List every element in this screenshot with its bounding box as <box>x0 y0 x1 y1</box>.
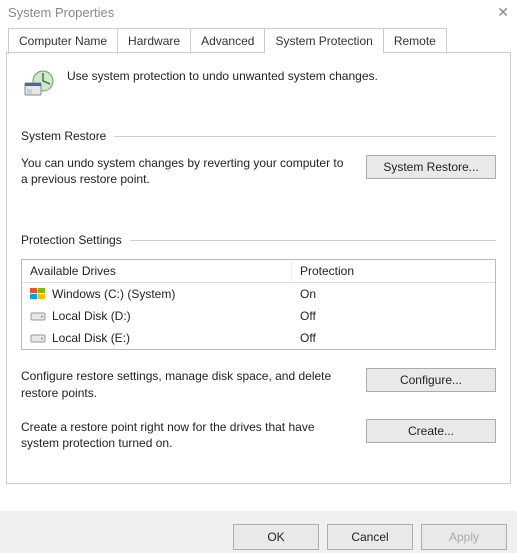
disk-drive-icon <box>30 332 46 344</box>
drives-table: Available Drives Protection Windows (C:)… <box>21 259 496 350</box>
group-title-protection: Protection Settings <box>21 233 122 247</box>
ok-button[interactable]: OK <box>233 524 319 550</box>
titlebar: System Properties ✕ <box>0 0 517 27</box>
drive-name: Local Disk (D:) <box>52 309 131 323</box>
tab-computer-name[interactable]: Computer Name <box>8 28 118 54</box>
table-row[interactable]: Windows (C:) (System) On <box>22 283 495 305</box>
tab-hardware[interactable]: Hardware <box>117 28 191 54</box>
tab-system-protection[interactable]: System Protection <box>264 28 383 54</box>
window-title: System Properties <box>8 5 114 20</box>
tab-strip: Computer Name Hardware Advanced System P… <box>6 27 511 53</box>
table-header: Available Drives Protection <box>22 260 495 283</box>
divider <box>130 240 496 241</box>
disk-drive-icon <box>30 310 46 322</box>
divider <box>114 136 496 137</box>
create-button[interactable]: Create... <box>366 419 496 443</box>
col-header-protection[interactable]: Protection <box>292 260 495 282</box>
system-restore-button[interactable]: System Restore... <box>366 155 496 179</box>
close-icon[interactable]: ✕ <box>497 4 509 21</box>
intro-text: Use system protection to undo unwanted s… <box>67 67 378 83</box>
configure-row: Configure restore settings, manage disk … <box>21 368 496 400</box>
restore-text: You can undo system changes by reverting… <box>21 155 352 187</box>
tab-panel: Use system protection to undo unwanted s… <box>6 53 511 484</box>
group-header-restore: System Restore <box>21 129 496 143</box>
drive-status: Off <box>292 307 495 325</box>
drive-status: Off <box>292 329 495 347</box>
group-header-protection: Protection Settings <box>21 233 496 247</box>
group-title-restore: System Restore <box>21 129 106 143</box>
restore-row: You can undo system changes by reverting… <box>21 155 496 187</box>
tab-remote[interactable]: Remote <box>383 28 447 54</box>
configure-button[interactable]: Configure... <box>366 368 496 392</box>
create-row: Create a restore point right now for the… <box>21 419 496 451</box>
configure-text: Configure restore settings, manage disk … <box>21 368 352 400</box>
col-header-drives[interactable]: Available Drives <box>22 260 292 282</box>
apply-button[interactable]: Apply <box>421 524 507 550</box>
drive-name: Windows (C:) (System) <box>52 287 175 301</box>
drive-name: Local Disk (E:) <box>52 331 130 345</box>
cancel-button[interactable]: Cancel <box>327 524 413 550</box>
drive-status: On <box>292 285 495 303</box>
tab-advanced[interactable]: Advanced <box>190 28 265 54</box>
intro-row: Use system protection to undo unwanted s… <box>21 67 496 101</box>
table-row[interactable]: Local Disk (E:) Off <box>22 327 495 349</box>
system-protection-icon <box>21 67 55 101</box>
windows-drive-icon <box>30 288 46 300</box>
create-text: Create a restore point right now for the… <box>21 419 352 451</box>
table-row[interactable]: Local Disk (D:) Off <box>22 305 495 327</box>
dialog-footer: OK Cancel Apply <box>0 511 517 553</box>
